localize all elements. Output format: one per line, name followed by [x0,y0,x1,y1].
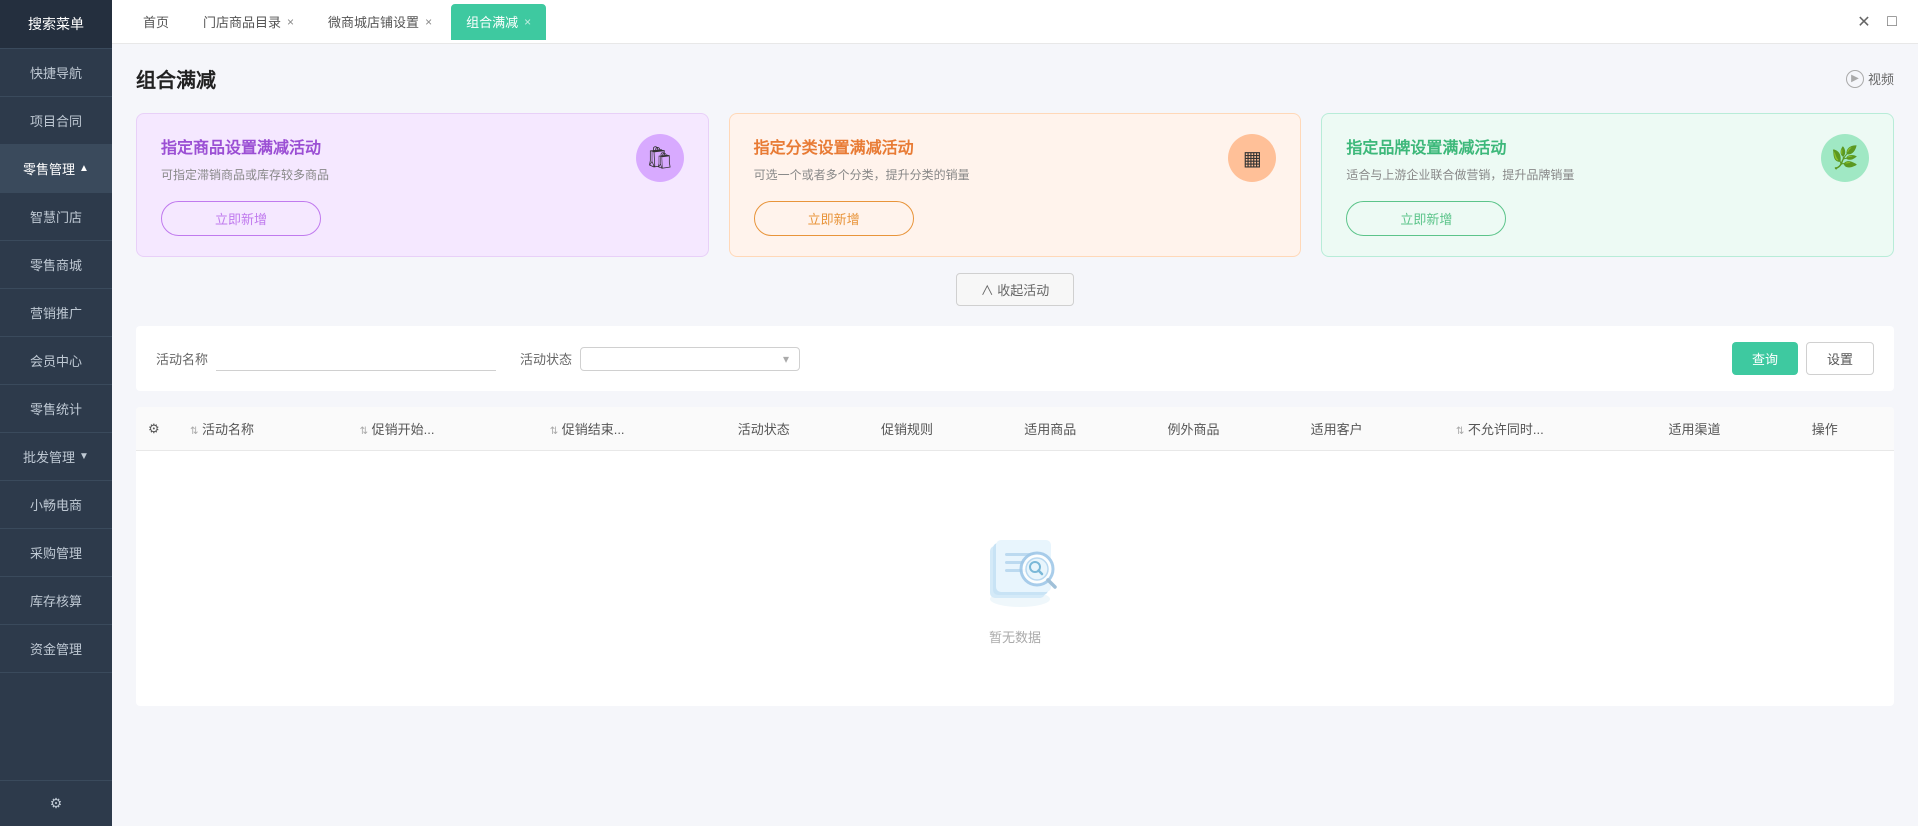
th-promo-start[interactable]: ⇅ 促销开始... [346,407,536,451]
promo-card-category-desc: 可选一个或者多个分类，提升分类的销量 [754,166,1277,185]
search-bar: 活动名称 活动状态 ▾ 查询 设置 [136,326,1894,391]
th-promo-end[interactable]: ⇅ 促销结束... [536,407,726,451]
promo-card-product-desc: 可指定滞销商品或库存较多商品 [161,166,684,185]
video-link[interactable]: ▶ 视频 [1846,69,1894,88]
sidebar-item-label: 批发管理 [23,447,75,466]
activity-name-field: 活动名称 [156,347,496,371]
promo-card-product-icon: 🛍 [636,134,684,182]
settings-button[interactable]: 设置 [1806,342,1874,375]
query-button[interactable]: 查询 [1732,342,1798,375]
sidebar-settings[interactable]: ⚙ [0,780,112,826]
table-section: ⚙ ⇅ 活动名称 ⇅ 促销开始... ⇅ 促销结束... [136,407,1894,706]
promo-card-product: 🛍 指定商品设置满减活动 可指定滞销商品或库存较多商品 立即新增 [136,113,709,257]
empty-illustration [965,511,1065,611]
th-activity-name-sort-icon: ⇅ [190,426,198,437]
promo-card-brand-desc: 适合与上游企业联合做营销，提升品牌销量 [1346,166,1869,185]
promo-card-category: ▦ 指定分类设置满减活动 可选一个或者多个分类，提升分类的销量 立即新增 [729,113,1302,257]
activity-name-input[interactable] [216,347,496,371]
search-actions: 查询 设置 [1732,342,1874,375]
sidebar-item-smart-store[interactable]: 智慧门店 [0,193,112,241]
promo-card-product-title: 指定商品设置满减活动 [161,134,684,158]
tab-wechat-store-close[interactable]: × [425,15,432,29]
collapse-btn[interactable]: ∧ 收起活动 [956,273,1075,306]
tab-combo-discount-close[interactable]: × [524,15,531,29]
chevron-up-icon: ▲ [79,163,89,174]
empty-state: 暂无数据 [136,451,1894,706]
tab-home[interactable]: 首页 [128,4,184,40]
promo-card-brand-title: 指定品牌设置满减活动 [1346,134,1869,158]
sidebar-item-retail-stats[interactable]: 零售统计 [0,385,112,433]
th-applicable-customers: 适用客户 [1299,407,1442,451]
activity-status-field: 活动状态 ▾ [520,347,800,371]
sidebar-item-quick-nav[interactable]: 快捷导航 [0,49,112,97]
sidebar-item-member-center[interactable]: 会员中心 [0,337,112,385]
th-applicable-channels: 适用渠道 [1656,407,1799,451]
activity-name-label: 活动名称 [156,349,208,368]
th-promo-start-sort-icon: ⇅ [360,426,368,437]
tab-combo-discount[interactable]: 组合满减 × [451,4,546,40]
data-table: ⚙ ⇅ 活动名称 ⇅ 促销开始... ⇅ 促销结束... [136,407,1894,451]
sidebar-item-marketing[interactable]: 营销推广 [0,289,112,337]
tab-wechat-store[interactable]: 微商城店铺设置 × [313,4,447,40]
chevron-down-icon: ▼ [79,451,89,462]
sidebar-item-project-contract[interactable]: 项目合同 [0,97,112,145]
activity-status-label: 活动状态 [520,349,572,368]
page-header: 组合满减 ▶ 视频 [136,64,1894,93]
sidebar-item-retail-mall[interactable]: 零售商城 [0,241,112,289]
sidebar-search[interactable]: 搜索菜单 [0,0,112,49]
th-activity-name[interactable]: ⇅ 活动名称 [176,407,346,451]
th-activity-status: 活动状态 [726,407,869,451]
page-content: 组合满减 ▶ 视频 🛍 指定商品设置满减活动 可指定滞销商品或库存较多商品 立即… [112,44,1918,826]
empty-text: 暂无数据 [989,627,1041,646]
tab-store-catalog-close[interactable]: × [287,15,294,29]
tab-wechat-store-label: 微商城店铺设置 [328,12,419,31]
sidebar-item-wholesale-management[interactable]: 批发管理 ▼ [0,433,112,481]
sidebar-item-funds-management[interactable]: 资金管理 [0,625,112,673]
table-header-row: ⚙ ⇅ 活动名称 ⇅ 促销开始... ⇅ 促销结束... [136,407,1894,451]
promo-card-product-btn[interactable]: 立即新增 [161,201,321,236]
th-no-concurrent-sort-icon: ⇅ [1456,426,1464,437]
sidebar-item-purchase-management[interactable]: 采购管理 [0,529,112,577]
sidebar-item-inventory-accounting[interactable]: 库存核算 [0,577,112,625]
tab-combo-discount-label: 组合满减 [466,12,518,31]
promo-card-brand-icon: 🌿 [1821,134,1869,182]
promo-card-category-icon: ▦ [1228,134,1276,182]
close-button[interactable]: ✕ [1854,12,1874,32]
activity-status-select[interactable]: ▾ [580,347,800,371]
tab-bar-right: ✕ □ [1854,12,1902,32]
collapse-bar: ∧ 收起活动 [136,273,1894,306]
promo-card-brand-btn[interactable]: 立即新增 [1346,201,1506,236]
tab-home-label: 首页 [143,12,169,31]
promo-cards-section: 🛍 指定商品设置满减活动 可指定滞销商品或库存较多商品 立即新增 ▦ 指定分类设… [136,113,1894,257]
main-area: 首页 门店商品目录 × 微商城店铺设置 × 组合满减 × ✕ □ 组合满减 ▶ … [112,0,1918,826]
promo-card-category-title: 指定分类设置满减活动 [754,134,1277,158]
minimize-button[interactable]: □ [1882,12,1902,32]
sidebar-item-xiaochang-ecommerce[interactable]: 小畅电商 [0,481,112,529]
play-icon: ▶ [1846,70,1864,88]
sidebar: 搜索菜单 快捷导航 项目合同 零售管理 ▲ 智慧门店 零售商城 营销推广 会员中… [0,0,112,826]
th-gear[interactable]: ⚙ [136,407,176,451]
th-actions: 操作 [1800,407,1894,451]
promo-card-category-btn[interactable]: 立即新增 [754,201,914,236]
tab-store-catalog[interactable]: 门店商品目录 × [188,4,309,40]
promo-card-brand: 🌿 指定品牌设置满减活动 适合与上游企业联合做营销，提升品牌销量 立即新增 [1321,113,1894,257]
sidebar-item-retail-management[interactable]: 零售管理 ▲ [0,145,112,193]
chevron-down-icon: ▾ [783,352,789,366]
page-title: 组合满减 [136,64,216,93]
th-promo-rule: 促销规则 [869,407,1012,451]
tab-store-catalog-label: 门店商品目录 [203,12,281,31]
th-no-concurrent[interactable]: ⇅ 不允许同时... [1442,407,1657,451]
sidebar-item-label: 零售管理 [23,159,75,178]
th-applicable-goods: 适用商品 [1012,407,1155,451]
th-exception-goods: 例外商品 [1155,407,1298,451]
th-promo-end-sort-icon: ⇅ [550,426,558,437]
video-label: 视频 [1868,69,1894,88]
tab-bar: 首页 门店商品目录 × 微商城店铺设置 × 组合满减 × ✕ □ [112,0,1918,44]
